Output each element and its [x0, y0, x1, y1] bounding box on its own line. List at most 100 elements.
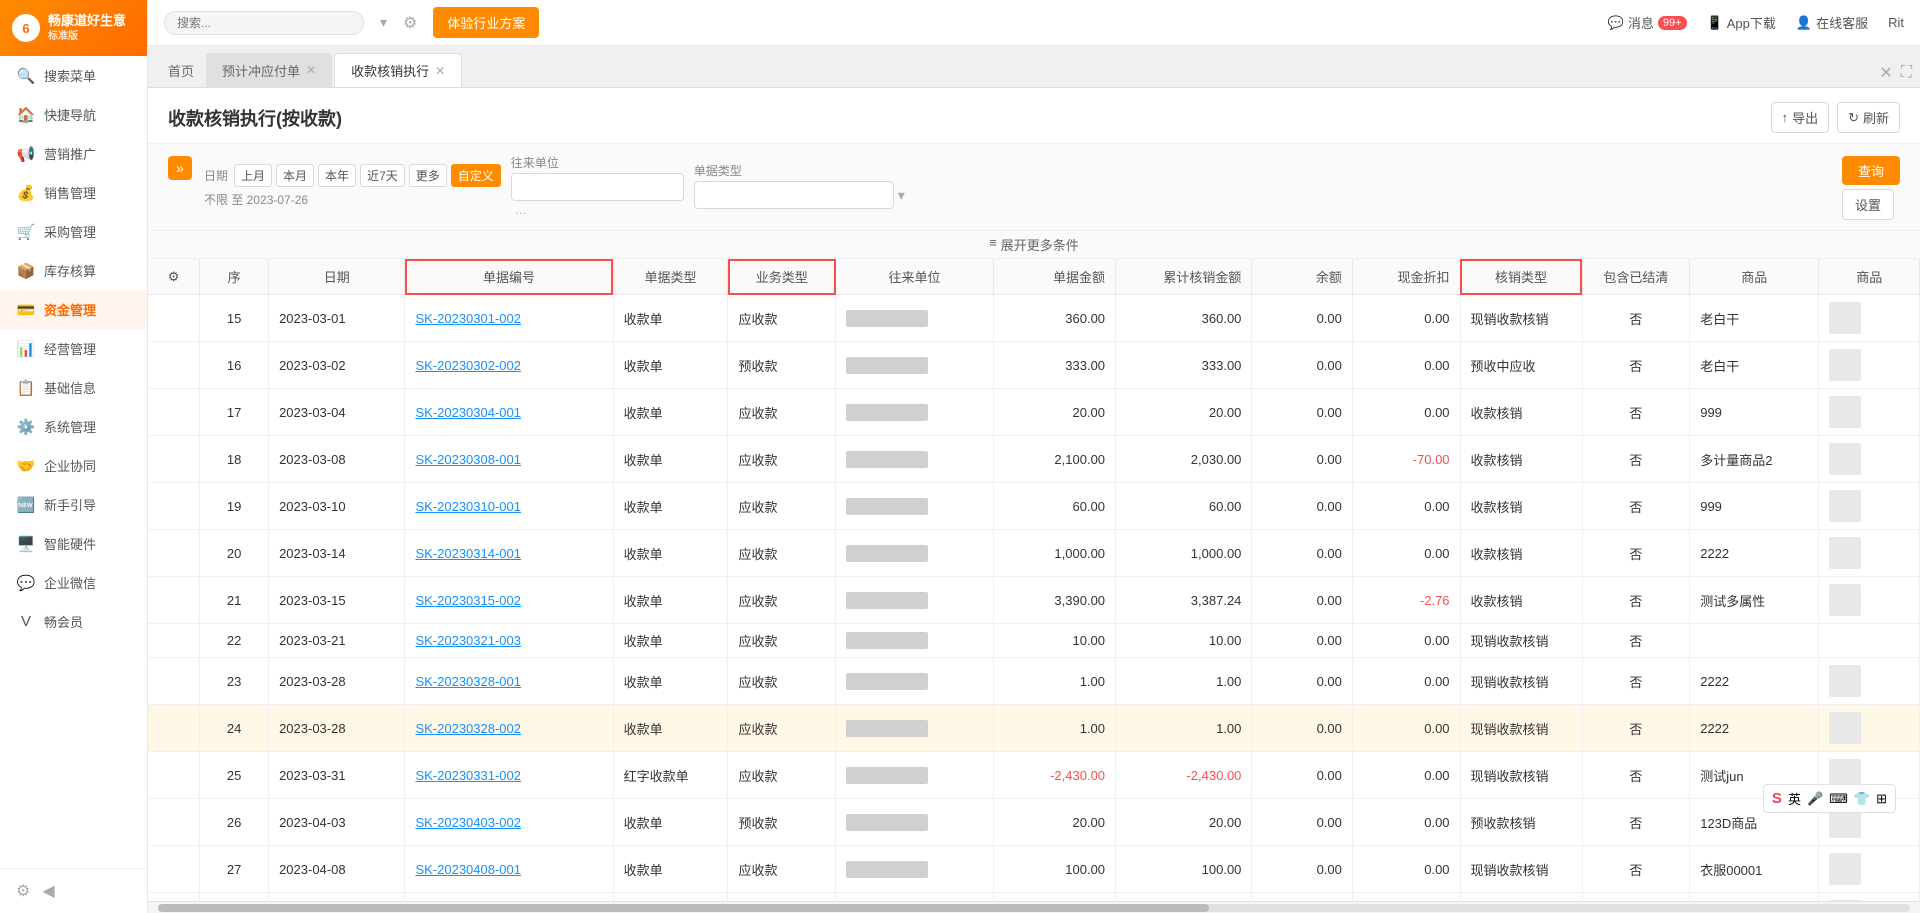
doctype-dropdown-icon[interactable]: ▾	[898, 187, 905, 204]
row-settings	[148, 658, 200, 705]
col-header-partner[interactable]: 往来单位	[836, 259, 994, 295]
col-header-settings[interactable]: ⚙	[148, 259, 200, 295]
row-sn[interactable]: SK-20230301-002	[405, 295, 613, 342]
collapse-icon[interactable]: ◀	[42, 881, 54, 901]
date-btn-custom[interactable]: 自定义	[451, 164, 501, 187]
export-button[interactable]: ↑ 导出	[1771, 102, 1830, 133]
sidebar-item-purchase[interactable]: 🛒 采购管理	[0, 212, 147, 251]
col-header-date[interactable]: 日期	[269, 259, 405, 295]
sougou-grid-icon[interactable]: ⊞	[1876, 791, 1887, 807]
sidebar-item-system[interactable]: ⚙️ 系统管理	[0, 407, 147, 446]
tab-verify[interactable]: 收款核销执行 ✕	[334, 53, 462, 87]
sidebar-item-search[interactable]: 🔍 搜索菜单	[0, 56, 147, 95]
row-sn[interactable]: SK-20230321-003	[405, 624, 613, 658]
sn-link[interactable]: SK-20230408-001	[415, 862, 521, 877]
topbar-gear-icon[interactable]: ⚙	[403, 13, 417, 33]
topbar-search-input[interactable]	[164, 11, 364, 35]
partner-more-icon[interactable]: …	[515, 203, 684, 217]
col-header-cumulative[interactable]: 累计核销金额	[1116, 259, 1252, 295]
sn-link[interactable]: SK-20230321-003	[415, 633, 521, 648]
sn-link[interactable]: SK-20230328-002	[415, 721, 521, 736]
row-sn[interactable]: SK-20230328-001	[405, 658, 613, 705]
row-sn[interactable]: SK-20230403-002	[405, 799, 613, 846]
row-partner: ████████	[836, 577, 994, 624]
row-verifytype: 现销收款核销	[1460, 846, 1582, 893]
date-btn-thismonth[interactable]: 本月	[276, 164, 314, 187]
sidebar-item-wechat[interactable]: 💬 企业微信	[0, 563, 147, 602]
sougou-mic-icon[interactable]: 🎤	[1807, 791, 1823, 807]
sn-link[interactable]: SK-20230310-001	[415, 499, 521, 514]
sougou-keyboard-icon[interactable]: ⌨	[1829, 791, 1848, 807]
sougou-shirt-icon[interactable]: 👕	[1854, 791, 1870, 807]
col-header-balance[interactable]: 余额	[1252, 259, 1352, 295]
sn-link[interactable]: SK-20230315-002	[415, 593, 521, 608]
sidebar-item-guide[interactable]: 🆕 新手引导	[0, 485, 147, 524]
settings-icon[interactable]: ⚙	[16, 881, 30, 901]
tab-home[interactable]: 首页	[156, 53, 206, 87]
user-item[interactable]: Rit	[1888, 15, 1904, 30]
col-header-sn[interactable]: 单据编号	[405, 259, 613, 295]
tab-expand-icon[interactable]: ⛶	[1901, 64, 1912, 82]
sidebar-item-basic[interactable]: 📋 基础信息	[0, 368, 147, 407]
expand-bar[interactable]: ≡ 展开更多条件	[148, 231, 1920, 259]
tab-close-all-icon[interactable]: ✕	[1879, 63, 1892, 83]
date-btn-thisyear[interactable]: 本年	[318, 164, 356, 187]
date-btn-7days[interactable]: 近7天	[360, 164, 405, 187]
row-settings	[148, 342, 200, 389]
doctype-input[interactable]	[694, 181, 894, 209]
col-header-amount[interactable]: 单据金额	[994, 259, 1116, 295]
sidebar-item-hardware[interactable]: 🖥️ 智能硬件	[0, 524, 147, 563]
date-btn-lastmonth[interactable]: 上月	[234, 164, 272, 187]
row-sn[interactable]: SK-20230331-002	[405, 752, 613, 799]
sn-link[interactable]: SK-20230331-002	[415, 768, 521, 783]
row-cumulative: 1.00	[1116, 705, 1252, 752]
partner-input[interactable]	[511, 173, 684, 201]
col-header-goods1[interactable]: 商品	[1690, 259, 1819, 295]
sidebar-item-quicknav[interactable]: 🏠 快捷导航	[0, 95, 147, 134]
sn-link[interactable]: SK-20230308-001	[415, 452, 521, 467]
row-sn[interactable]: SK-20230304-001	[405, 389, 613, 436]
filter-settings-button[interactable]: 设置	[1842, 189, 1894, 220]
sidebar-item-marketing[interactable]: 📢 营销推广	[0, 134, 147, 173]
filter-toggle-button[interactable]: »	[168, 156, 192, 180]
date-btn-more[interactable]: 更多	[409, 164, 447, 187]
row-sn[interactable]: SK-20230310-001	[405, 483, 613, 530]
app-download-item[interactable]: 📱 App下载	[1707, 13, 1776, 32]
sidebar-item-operation[interactable]: 📊 经营管理	[0, 329, 147, 368]
tab-pending[interactable]: 预计冲应付单 ✕	[206, 53, 332, 87]
sidebar-item-member[interactable]: V 畅会员	[0, 602, 147, 641]
col-header-discount[interactable]: 现金折扣	[1352, 259, 1460, 295]
sidebar-item-sales[interactable]: 💰 销售管理	[0, 173, 147, 212]
sidebar-item-enterprise[interactable]: 🤝 企业协同	[0, 446, 147, 485]
inventory-icon: 📦	[16, 262, 36, 280]
sn-link[interactable]: SK-20230304-001	[415, 405, 521, 420]
row-sn[interactable]: SK-20230302-002	[405, 342, 613, 389]
solution-button[interactable]: 体验行业方案	[433, 7, 539, 38]
col-header-include[interactable]: 包含已结清	[1582, 259, 1690, 295]
row-sn[interactable]: SK-20230314-001	[405, 530, 613, 577]
row-sn[interactable]: SK-20230308-001	[405, 436, 613, 483]
sn-link[interactable]: SK-20230314-001	[415, 546, 521, 561]
sidebar-item-finance[interactable]: 💳 资金管理	[0, 290, 147, 329]
query-button[interactable]: 查询	[1842, 156, 1900, 185]
sn-link[interactable]: SK-20230403-002	[415, 815, 521, 830]
messages-item[interactable]: 💬 消息 99+	[1608, 13, 1687, 32]
topbar-dropdown-icon[interactable]: ▾	[380, 14, 387, 31]
tab-pending-close[interactable]: ✕	[306, 63, 316, 77]
row-sn[interactable]: SK-20230418-001	[405, 893, 613, 902]
tab-verify-close[interactable]: ✕	[435, 64, 445, 78]
row-sn[interactable]: SK-20230328-002	[405, 705, 613, 752]
online-support-item[interactable]: 👤 在线客服	[1796, 13, 1868, 32]
row-sn[interactable]: SK-20230315-002	[405, 577, 613, 624]
sn-link[interactable]: SK-20230301-002	[415, 311, 521, 326]
col-header-doctype[interactable]: 单据类型	[613, 259, 728, 295]
refresh-button[interactable]: ↻ 刷新	[1837, 102, 1900, 133]
col-header-verifytype[interactable]: 核销类型	[1460, 259, 1582, 295]
sn-link[interactable]: SK-20230302-002	[415, 358, 521, 373]
col-header-biztype[interactable]: 业务类型	[728, 259, 836, 295]
sidebar-item-inventory[interactable]: 📦 库存核算	[0, 251, 147, 290]
row-sn[interactable]: SK-20230408-001	[405, 846, 613, 893]
col-header-goods2[interactable]: 商品	[1819, 259, 1920, 295]
sn-link[interactable]: SK-20230328-001	[415, 674, 521, 689]
horizontal-scrollbar[interactable]	[148, 901, 1920, 913]
